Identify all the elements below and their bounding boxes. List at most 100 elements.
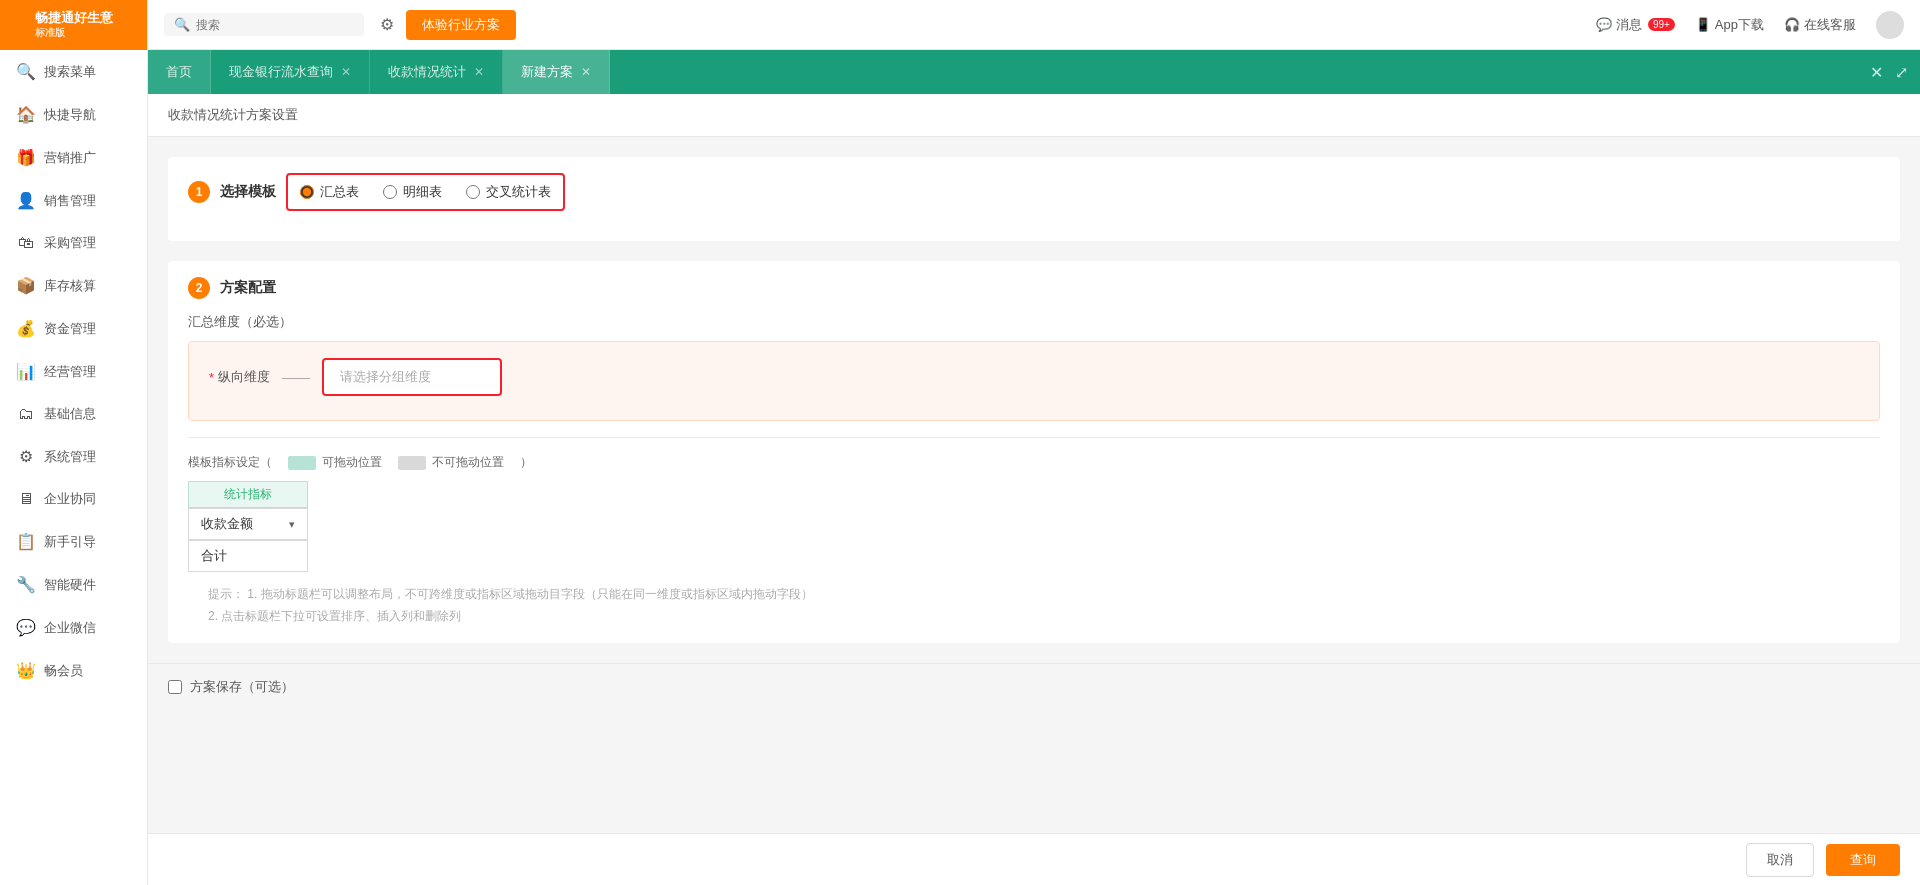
box-icon: 📦 [16,276,36,295]
radio-cross-input[interactable] [466,185,480,199]
dimension-arrow: —— [282,369,310,385]
download-item[interactable]: 📱 App下载 [1695,16,1764,34]
tab-new-plan[interactable]: 新建方案 ✕ [503,50,610,94]
sidebar-item-operation[interactable]: 📊 经营管理 [0,350,147,393]
hardware-icon: 🔧 [16,575,36,594]
sidebar-item-search[interactable]: 🔍 搜索菜单 [0,50,147,93]
query-button[interactable]: 查询 [1826,844,1900,876]
service-item[interactable]: 🎧 在线客服 [1784,16,1856,34]
service-label: 在线客服 [1804,16,1856,34]
download-icon: 📱 [1695,17,1711,32]
sidebar-item-member[interactable]: 👑 畅会员 [0,649,147,692]
dimension-row: * 纵向维度 —— 请选择分组维度 [209,358,1859,396]
cancel-button[interactable]: 取消 [1746,843,1814,877]
tabbar-actions: ✕ ⤢ [1866,59,1920,86]
search-input[interactable] [196,18,336,32]
money-icon: 💰 [16,319,36,338]
search-icon: 🔍 [16,62,36,81]
logo-sub: 标准版 [35,26,113,40]
sidebar-item-newbie[interactable]: 📋 新手引导 [0,520,147,563]
sidebar-logo: 畅捷通好生意 标准版 [0,0,147,50]
sidebar-item-label: 营销推广 [44,149,96,167]
settings-icon[interactable]: ⚙ [380,15,394,34]
sidebar-item-inventory[interactable]: 📦 库存核算 [0,264,147,307]
radio-detail[interactable]: 明细表 [383,183,442,201]
folder-icon: 🗂 [16,405,36,423]
sidebar-item-label: 经营管理 [44,363,96,381]
dimension-selector[interactable]: 请选择分组维度 [322,358,502,396]
breadcrumb: 收款情况统计方案设置 [148,94,1920,137]
receipt-stat-tab-label: 收款情况统计 [388,63,466,81]
sidebar-item-capital[interactable]: 💰 资金管理 [0,307,147,350]
non-draggable-legend: 不可拖动位置 [398,454,504,471]
dimension-section-label: 汇总维度（必选） [188,313,1880,331]
sidebar-item-label: 资金管理 [44,320,96,338]
sidebar-item-marketing[interactable]: 🎁 营销推广 [0,136,147,179]
indicator-settings: 模板指标设定（ 可拖动位置 不可拖动位置 ） 统计指标 [188,454,1880,572]
radio-summary-input[interactable] [300,185,314,199]
radio-cross-label: 交叉统计表 [486,183,551,201]
required-mark: * [209,370,214,385]
sidebar-item-quick-nav[interactable]: 🏠 快捷导航 [0,93,147,136]
tabbar: 首页 现金银行流水查询 ✕ 收款情况统计 ✕ 新建方案 ✕ ✕ ⤢ [148,50,1920,94]
sidebar-item-sales[interactable]: 👤 销售管理 [0,179,147,222]
notice-item[interactable]: 💬 消息 99+ [1596,16,1675,34]
tab-receipt-stat[interactable]: 收款情况统计 ✕ [370,50,503,94]
sidebar-item-system[interactable]: ⚙ 系统管理 [0,435,147,478]
notice-icon: 💬 [1596,17,1612,32]
indicator-cell-total: 合计 [188,540,308,572]
search-box[interactable]: 🔍 [164,13,364,36]
non-draggable-label: 不可拖动位置 [432,454,504,471]
step1-header: 1 选择模板 汇总表 明细表 交叉统计表 [188,173,1880,211]
sidebar-item-label: 快捷导航 [44,106,96,124]
tip-line1: 提示： 1. 拖动标题栏可以调整布局，不可跨维度或指标区域拖动目字段（只能在同一… [208,584,1860,606]
indicator-label-total: 合计 [201,547,227,565]
radio-summary-label: 汇总表 [320,183,359,201]
radio-cross[interactable]: 交叉统计表 [466,183,551,201]
indicator-section-close: ） [520,454,532,471]
step1-section: 1 选择模板 汇总表 明细表 交叉统计表 [168,157,1900,241]
save-option: 方案保存（可选） [148,663,1920,710]
search-icon: 🔍 [174,17,190,32]
tips-area: 提示： 1. 拖动标题栏可以调整布局，不可跨维度或指标区域拖动目字段（只能在同一… [188,572,1880,627]
radio-detail-input[interactable] [383,185,397,199]
step1-number: 1 [188,181,210,203]
radio-summary[interactable]: 汇总表 [300,183,359,201]
sidebar-item-wechat[interactable]: 💬 企业微信 [0,606,147,649]
tab-home[interactable]: 首页 [148,50,211,94]
sidebar-item-label: 企业微信 [44,619,96,637]
home-tab-label: 首页 [166,63,192,81]
tab-close-new-plan[interactable]: ✕ [581,65,591,79]
indicator-legend: 模板指标设定（ 可拖动位置 不可拖动位置 ） [188,454,1880,471]
sidebar-item-hardware[interactable]: 🔧 智能硬件 [0,563,147,606]
indicator-grid: 统计指标 收款金额 ▾ 合计 [188,481,1880,572]
sidebar-item-label: 基础信息 [44,405,96,423]
bank-flow-tab-label: 现金银行流水查询 [229,63,333,81]
radio-detail-label: 明细表 [403,183,442,201]
sidebar-item-enterprise[interactable]: 🖥 企业协同 [0,478,147,520]
trial-button[interactable]: 体验行业方案 [406,10,516,40]
notice-badge: 99+ [1648,18,1675,31]
avatar[interactable] [1876,11,1904,39]
dimension-subsection: 汇总维度（必选） * 纵向维度 —— 请选择分组维度 [188,313,1880,421]
save-checkbox[interactable] [168,680,182,694]
sidebar-item-basic-info[interactable]: 🗂 基础信息 [0,393,147,435]
logo-text: 畅捷通好生意 [35,10,113,27]
tab-close-all-button[interactable]: ✕ [1866,59,1887,86]
draggable-label: 可拖动位置 [322,454,382,471]
new-plan-tab-label: 新建方案 [521,63,573,81]
tab-close-receipt-stat[interactable]: ✕ [474,65,484,79]
tab-bank-flow[interactable]: 现金银行流水查询 ✕ [211,50,370,94]
indicator-cell-amount[interactable]: 收款金额 ▾ [188,508,308,540]
notice-label: 消息 [1616,16,1642,34]
monitor-icon: 🖥 [16,490,36,508]
tab-close-bank-flow[interactable]: ✕ [341,65,351,79]
sidebar-item-label: 新手引导 [44,533,96,551]
vertical-dimension-label: * 纵向维度 [209,368,270,386]
sidebar-item-label: 企业协同 [44,490,96,508]
sidebar-item-purchase[interactable]: 🛍 采购管理 [0,222,147,264]
tab-maximize-button[interactable]: ⤢ [1891,59,1912,86]
sidebar-item-label: 库存核算 [44,277,96,295]
main-area: 🔍 ⚙ 体验行业方案 💬 消息 99+ 📱 App下载 🎧 在线客服 首页 [148,0,1920,885]
service-icon: 🎧 [1784,17,1800,32]
